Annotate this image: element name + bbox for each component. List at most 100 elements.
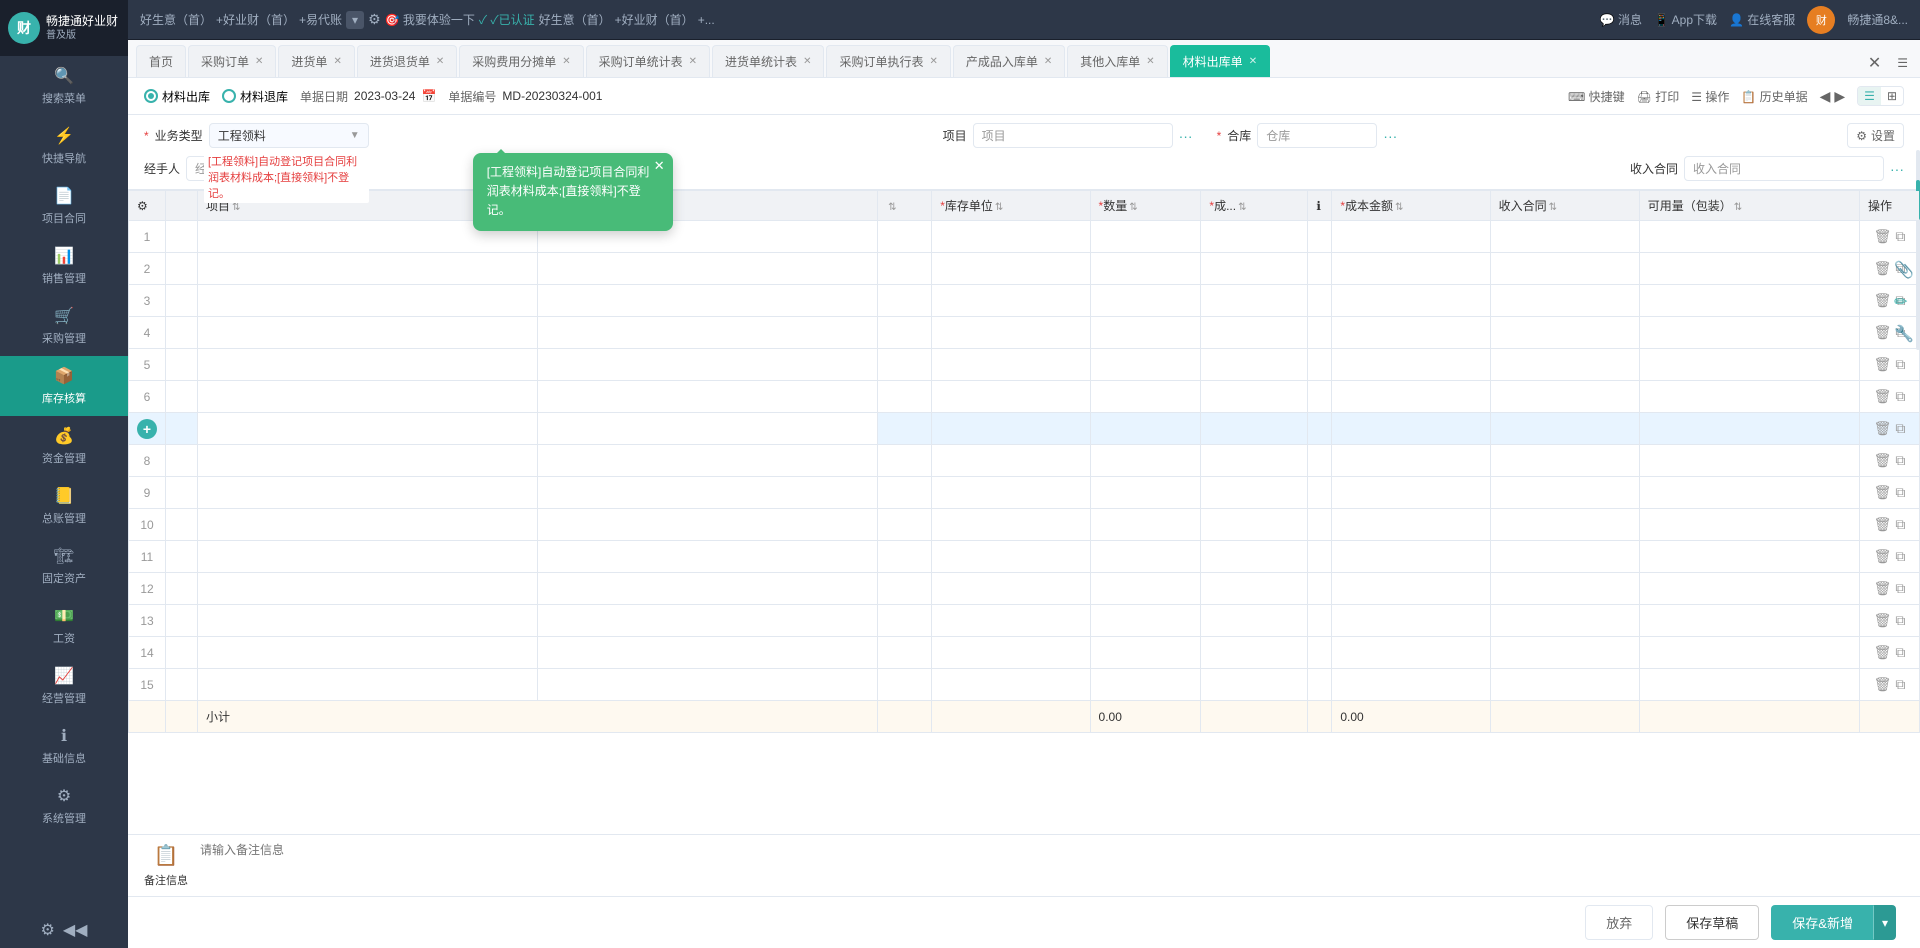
tab-close-material-outbound[interactable]: ✕	[1249, 56, 1257, 67]
view-list[interactable]: ☰	[1858, 87, 1881, 105]
delete-icon[interactable]: 🗑	[1874, 644, 1892, 660]
business-type-input[interactable]: 工程领料 ▼	[209, 123, 369, 148]
sidebar-item-finance[interactable]: 💰 资金管理	[0, 416, 128, 476]
delete-icon[interactable]: 🗑	[1874, 484, 1892, 500]
topbar-settings-icon[interactable]: ⚙	[368, 11, 381, 28]
delete-icon[interactable]: 🗑	[1874, 388, 1892, 404]
settings-icon[interactable]: ⚙	[41, 920, 55, 940]
topbar-link-hs2[interactable]: 好生意（首）	[539, 11, 611, 28]
save-draft-button[interactable]: 保存草稿	[1665, 905, 1759, 940]
sidebar-item-assets[interactable]: 🏗 固定资产	[0, 536, 128, 596]
right-icon-1[interactable]: 📎	[1894, 260, 1914, 280]
topbar-link-haoyecai[interactable]: +好业财（首）	[216, 11, 295, 28]
quick-key-btn[interactable]: ⌨ 快捷键	[1568, 88, 1625, 105]
right-icon-2[interactable]: ✏	[1894, 292, 1914, 312]
warehouse-dots[interactable]: ···	[1383, 128, 1397, 144]
copy-icon[interactable]: ⧉	[1895, 676, 1905, 692]
tab-inbound-stat[interactable]: 进货单统计表✕	[712, 45, 824, 77]
topbar-online-support[interactable]: 👤 在线客服	[1729, 11, 1795, 28]
delete-icon[interactable]: 🗑	[1874, 420, 1892, 436]
delete-icon[interactable]: 🗑	[1874, 452, 1892, 468]
sidebar-item-ledger[interactable]: 📒 总账管理	[0, 476, 128, 536]
topbar-trial[interactable]: 🎯 我要体验一下	[385, 11, 475, 28]
sidebar-item-project[interactable]: 📄 项目合同	[0, 176, 128, 236]
tab-home[interactable]: 首页	[136, 45, 186, 77]
sidebar-item-sales[interactable]: 📊 销售管理	[0, 236, 128, 296]
topbar-app-download[interactable]: 📱 App下载	[1654, 11, 1717, 28]
copy-icon[interactable]: ⧉	[1895, 644, 1905, 660]
tab-close-inbound-return[interactable]: ✕	[436, 56, 444, 67]
tab-close-product-inbound[interactable]: ✕	[1044, 56, 1052, 67]
radio-material-return[interactable]: 材料退库	[222, 88, 288, 105]
warehouse-input[interactable]: 仓库	[1257, 123, 1377, 148]
topbar-link-hyc2[interactable]: +好业财（首）	[615, 11, 694, 28]
operation-btn[interactable]: ☰ 操作	[1691, 88, 1729, 105]
delete-icon[interactable]: 🗑	[1874, 612, 1892, 628]
tab-close-inbound-stat[interactable]: ✕	[803, 56, 811, 67]
print-btn[interactable]: 🖨 打印	[1637, 88, 1680, 105]
copy-icon[interactable]: ⧉	[1895, 452, 1905, 468]
tab-close-all[interactable]: ✕	[1864, 49, 1885, 77]
nav-next[interactable]: ▶	[1834, 88, 1845, 105]
right-icon-3[interactable]: 🔧	[1894, 324, 1914, 344]
col-header-settings[interactable]: ⚙	[129, 191, 166, 221]
row7-project-input[interactable]	[206, 422, 529, 436]
income-contract-input[interactable]: 收入合同	[1684, 156, 1884, 181]
collapse-icon[interactable]: ◀◀	[63, 920, 88, 940]
tab-product-inbound[interactable]: 产成品入库单✕	[953, 45, 1065, 77]
sidebar-item-purchase[interactable]: 🛒 采购管理	[0, 296, 128, 356]
tab-purchase-exec[interactable]: 采购订单执行表✕	[826, 45, 950, 77]
delete-icon[interactable]: 🗑	[1874, 260, 1892, 276]
tab-inbound[interactable]: 进货单✕	[278, 45, 354, 77]
discard-button[interactable]: 放弃	[1585, 905, 1653, 940]
delete-icon[interactable]: 🗑	[1874, 356, 1892, 372]
calendar-icon[interactable]: 📅	[421, 89, 436, 103]
copy-icon[interactable]: ⧉	[1895, 420, 1905, 436]
tab-close-purchase-order[interactable]: ✕	[255, 56, 263, 67]
row7-material-input[interactable]	[546, 422, 869, 436]
copy-icon[interactable]: ⧉	[1895, 516, 1905, 532]
project-dots[interactable]: ···	[1179, 128, 1193, 144]
add-row-btn[interactable]: +	[137, 419, 157, 439]
delete-icon[interactable]: 🗑	[1874, 516, 1892, 532]
sidebar-item-quick[interactable]: ⚡ 快捷导航	[0, 116, 128, 176]
income-contract-dots[interactable]: ···	[1890, 161, 1904, 177]
tab-purchase-order[interactable]: 采购订单✕	[188, 45, 276, 77]
nav-prev[interactable]: ◀	[1820, 88, 1831, 105]
history-btn[interactable]: 📋 历史单据	[1741, 88, 1807, 105]
copy-icon[interactable]: ⧉	[1895, 228, 1905, 244]
copy-icon[interactable]: ⧉	[1895, 548, 1905, 564]
save-new-button[interactable]: 保存&新增	[1771, 905, 1874, 940]
tab-inbound-return[interactable]: 进货退货单✕	[357, 45, 457, 77]
sidebar-item-search[interactable]: 🔍 搜索菜单	[0, 56, 128, 116]
copy-icon[interactable]: ⧉	[1895, 356, 1905, 372]
delete-icon[interactable]: 🗑	[1874, 676, 1892, 692]
tab-close-purchase-stat[interactable]: ✕	[689, 56, 697, 67]
delete-icon[interactable]: 🗑	[1874, 228, 1892, 244]
user-avatar[interactable]: 财	[1807, 6, 1835, 34]
sidebar-item-management[interactable]: 📈 经营管理	[0, 656, 128, 716]
topbar-link-haoshengyi[interactable]: 好生意（首）	[140, 11, 212, 28]
sidebar-item-inventory[interactable]: 📦 库存核算	[0, 356, 128, 416]
save-new-dropdown[interactable]: ▾	[1874, 905, 1896, 940]
copy-icon[interactable]: ⧉	[1895, 484, 1905, 500]
sidebar-item-basic[interactable]: ℹ 基础信息	[0, 716, 128, 776]
copy-icon[interactable]: ⧉	[1895, 612, 1905, 628]
delete-icon[interactable]: 🗑	[1874, 580, 1892, 596]
tab-material-outbound[interactable]: 材料出库单 ✕	[1170, 45, 1270, 77]
sidebar-item-salary[interactable]: 💵 工资	[0, 596, 128, 656]
copy-icon[interactable]: ⧉	[1895, 388, 1905, 404]
tab-purchase-stat[interactable]: 采购订单统计表✕	[586, 45, 710, 77]
settings-button[interactable]: ⚙ 设置	[1847, 123, 1904, 148]
copy-icon[interactable]: ⧉	[1895, 580, 1905, 596]
tab-close-other-inbound[interactable]: ✕	[1146, 56, 1154, 67]
tab-close-inbound[interactable]: ✕	[333, 56, 341, 67]
delete-icon[interactable]: 🗑	[1874, 324, 1892, 340]
topbar-link-yidaizhang[interactable]: +易代账	[299, 11, 342, 28]
tooltip-close-btn[interactable]: ✕	[654, 159, 665, 172]
tab-purchase-expense[interactable]: 采购费用分摊单✕	[459, 45, 583, 77]
radio-material-outbound[interactable]: 材料出库	[144, 88, 210, 105]
tab-menu[interactable]: ☰	[1893, 52, 1912, 74]
view-grid[interactable]: ⊞	[1881, 87, 1903, 105]
topbar-link-more[interactable]: ▾	[346, 11, 364, 29]
